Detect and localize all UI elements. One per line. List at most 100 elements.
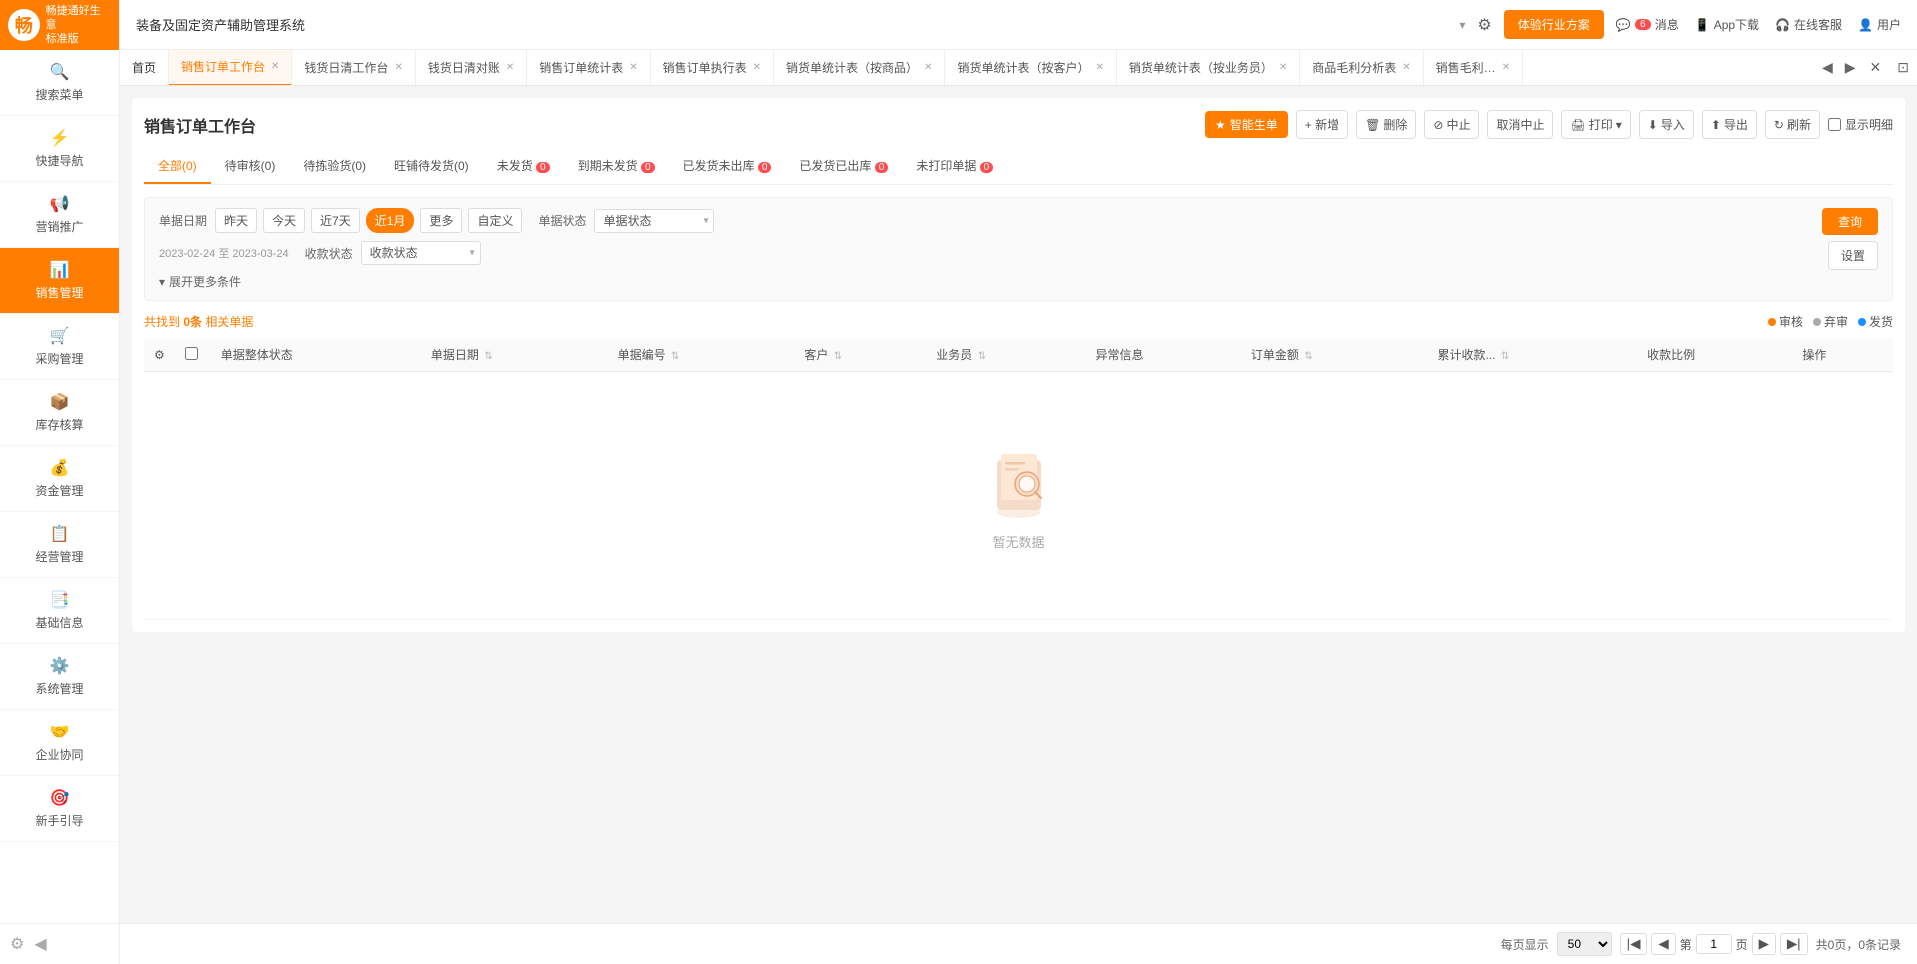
show-detail-checkbox-label[interactable]: 显示明细: [1828, 116, 1893, 133]
ship-action[interactable]: 发货: [1858, 313, 1893, 330]
tab-sales-summary-staff[interactable]: 销货单统计表（按业务员） ✕: [1117, 50, 1300, 86]
page-size-select[interactable]: 50 10 20 100: [1557, 932, 1612, 956]
page-next-btn[interactable]: ▶: [1752, 933, 1776, 955]
date-btn-yesterday[interactable]: 昨天: [215, 208, 257, 233]
status-select[interactable]: 单据状态: [594, 209, 714, 233]
app-download-btn[interactable]: 📱 App下载: [1695, 16, 1759, 33]
payment-select[interactable]: 收款状态: [361, 241, 481, 265]
page-first-btn[interactable]: |◀: [1620, 933, 1648, 955]
smart-create-btn[interactable]: ★ 智能生单: [1205, 111, 1288, 138]
th-cumulative[interactable]: 累计收款... ⇅: [1428, 338, 1638, 372]
setting-btn[interactable]: 设置: [1828, 241, 1878, 270]
show-detail-checkbox[interactable]: [1828, 118, 1841, 131]
tab-sales-exec[interactable]: 销售订单执行表 ✕: [651, 50, 774, 86]
tab-sales-summary-product[interactable]: 销货单统计表（按商品） ✕: [774, 50, 945, 86]
add-btn[interactable]: + 新增: [1296, 110, 1348, 139]
cancel-review-dot: [1813, 318, 1821, 326]
sidebar-collapse-btn[interactable]: ◀: [34, 934, 46, 954]
sub-tab-shipped-not-warehoused[interactable]: 已发货未出库 0: [669, 149, 786, 184]
th-staff[interactable]: 业务员 ⇅: [926, 338, 1085, 372]
stop-btn[interactable]: ⊘ 中止: [1424, 110, 1479, 139]
sub-tab-pending-review[interactable]: 待审核(0): [211, 149, 290, 184]
tab-cash-reconcile[interactable]: 钱货日清对账 ✕: [416, 50, 527, 86]
date-btn-1month[interactable]: 近1月: [366, 208, 415, 233]
sidebar-item-basic-info[interactable]: 📑 基础信息: [0, 578, 119, 644]
sub-tab-not-printed[interactable]: 未打印单据 0: [902, 149, 1007, 184]
select-all-checkbox[interactable]: [185, 347, 198, 360]
tab-close-gross-margin[interactable]: ✕: [1402, 62, 1410, 73]
tab-sales-stats[interactable]: 销售订单统计表 ✕: [527, 50, 650, 86]
sidebar-item-system[interactable]: ⚙️ 系统管理: [0, 644, 119, 710]
query-btn[interactable]: 查询: [1822, 208, 1878, 235]
cancel-stop-btn[interactable]: 取消中止: [1487, 110, 1553, 139]
messages-btn[interactable]: 💬 6 消息: [1616, 16, 1679, 33]
th-customer[interactable]: 客户 ⇅: [794, 338, 926, 372]
expand-conditions-btn[interactable]: ▾ 展开更多条件: [159, 273, 1806, 290]
th-number[interactable]: 单据编号 ⇅: [608, 338, 795, 372]
page-last-btn[interactable]: ▶|: [1780, 933, 1808, 955]
sidebar-item-sales[interactable]: 📊 销售管理: [0, 248, 119, 314]
column-settings-icon[interactable]: ⚙: [154, 348, 165, 362]
tab-expand-btn[interactable]: ⊡: [1889, 50, 1917, 86]
sidebar-item-purchase[interactable]: 🛒 采购管理: [0, 314, 119, 380]
sub-tab-wangpu[interactable]: 旺铺待发货(0): [380, 149, 483, 184]
tab-close-all-btn[interactable]: ✕: [1862, 50, 1890, 86]
date-btn-more[interactable]: 更多: [420, 208, 462, 233]
sidebar-item-newbie[interactable]: 🎯 新手引导: [0, 776, 119, 842]
tab-close-sales-exec[interactable]: ✕: [753, 62, 761, 73]
tab-prev-btn[interactable]: ◀: [1816, 50, 1839, 86]
tab-close-cash-daily[interactable]: ✕: [394, 62, 402, 73]
tab-close-sales-stats[interactable]: ✕: [629, 62, 637, 73]
page-prev-btn[interactable]: ◀: [1651, 933, 1675, 955]
tab-gross-margin[interactable]: 商品毛利分析表 ✕: [1300, 50, 1423, 86]
tab-close-summary-product[interactable]: ✕: [924, 62, 932, 73]
settings-icon[interactable]: ⚙: [1477, 15, 1491, 35]
date-btn-today[interactable]: 今天: [263, 208, 305, 233]
page-content: 销售订单工作台 ★ 智能生单 + 新增 🗑 删除 ⊘ 中止 取消: [120, 86, 1917, 923]
sidebar-item-inventory[interactable]: 📦 库存核算: [0, 380, 119, 446]
user-btn[interactable]: 👤 用户: [1858, 16, 1901, 33]
dropdown-arrow[interactable]: ▾: [1459, 18, 1465, 32]
date-btn-custom[interactable]: 自定义: [468, 208, 522, 233]
tab-bar: 首页 销售订单工作台 ✕ 钱货日清工作台 ✕ 钱货日清对账 ✕ 销售订单统计表 …: [120, 50, 1917, 86]
tab-home[interactable]: 首页: [120, 50, 169, 86]
tab-close-sales-workbench[interactable]: ✕: [271, 61, 279, 72]
sub-tab-overdue-not-shipped[interactable]: 到期未发货 0: [564, 149, 669, 184]
sub-tab-all[interactable]: 全部(0): [144, 149, 211, 184]
print-btn[interactable]: 🖨 打印 ▾: [1561, 110, 1630, 139]
delete-btn[interactable]: 🗑 删除: [1356, 110, 1416, 139]
sidebar-item-enterprise[interactable]: 🤝 企业协同: [0, 710, 119, 776]
tab-close-summary-staff[interactable]: ✕: [1279, 62, 1287, 73]
tab-close-cash-reconcile[interactable]: ✕: [506, 62, 514, 73]
sub-tab-shipped-warehoused[interactable]: 已发货已出库 0: [785, 149, 902, 184]
marketing-icon: 📢: [50, 194, 70, 214]
import-btn[interactable]: ⬇ 导入: [1639, 110, 1694, 139]
tab-close-summary-customer[interactable]: ✕: [1095, 62, 1103, 73]
sidebar-item-finance[interactable]: 💰 资金管理: [0, 446, 119, 512]
stop-icon: ⊘: [1433, 118, 1443, 132]
filter-section: 单据日期 昨天 今天 近7天 近1月 更多 自定义: [159, 208, 1878, 290]
tab-sales-summary-customer[interactable]: 销货单统计表（按客户） ✕: [945, 50, 1116, 86]
sub-tab-pending-inspect[interactable]: 待拣验货(0): [289, 149, 380, 184]
sidebar-item-marketing[interactable]: 📢 营销推广: [0, 182, 119, 248]
sub-tab-not-shipped[interactable]: 未发货 0: [483, 149, 564, 184]
tab-close-sales-extra[interactable]: ✕: [1502, 62, 1510, 73]
date-btn-7days[interactable]: 近7天: [311, 208, 360, 233]
th-date[interactable]: 单据日期 ⇅: [421, 338, 608, 372]
refresh-btn[interactable]: ↻ 刷新: [1765, 110, 1820, 139]
sidebar-item-quick-nav[interactable]: ⚡ 快捷导航: [0, 116, 119, 182]
review-action[interactable]: 审核: [1768, 313, 1803, 330]
sidebar-item-operations[interactable]: 📋 经营管理: [0, 512, 119, 578]
sidebar-settings-btn[interactable]: ⚙: [10, 934, 24, 954]
industry-btn[interactable]: 体验行业方案: [1504, 10, 1604, 39]
tab-cash-daily[interactable]: 钱货日清工作台 ✕: [292, 50, 415, 86]
page-number-input[interactable]: [1696, 934, 1732, 954]
cancel-review-action[interactable]: 弃审: [1813, 313, 1848, 330]
tab-sales-workbench[interactable]: 销售订单工作台 ✕: [169, 50, 292, 86]
tab-next-btn[interactable]: ▶: [1839, 50, 1862, 86]
th-amount[interactable]: 订单金额 ⇅: [1241, 338, 1428, 372]
tab-sales-extra[interactable]: 销售毛利… ✕: [1424, 50, 1523, 86]
sidebar-item-search[interactable]: 🔍 搜索菜单: [0, 50, 119, 116]
online-service-btn[interactable]: 🎧 在线客服: [1775, 16, 1842, 33]
export-btn[interactable]: ⬆ 导出: [1702, 110, 1757, 139]
